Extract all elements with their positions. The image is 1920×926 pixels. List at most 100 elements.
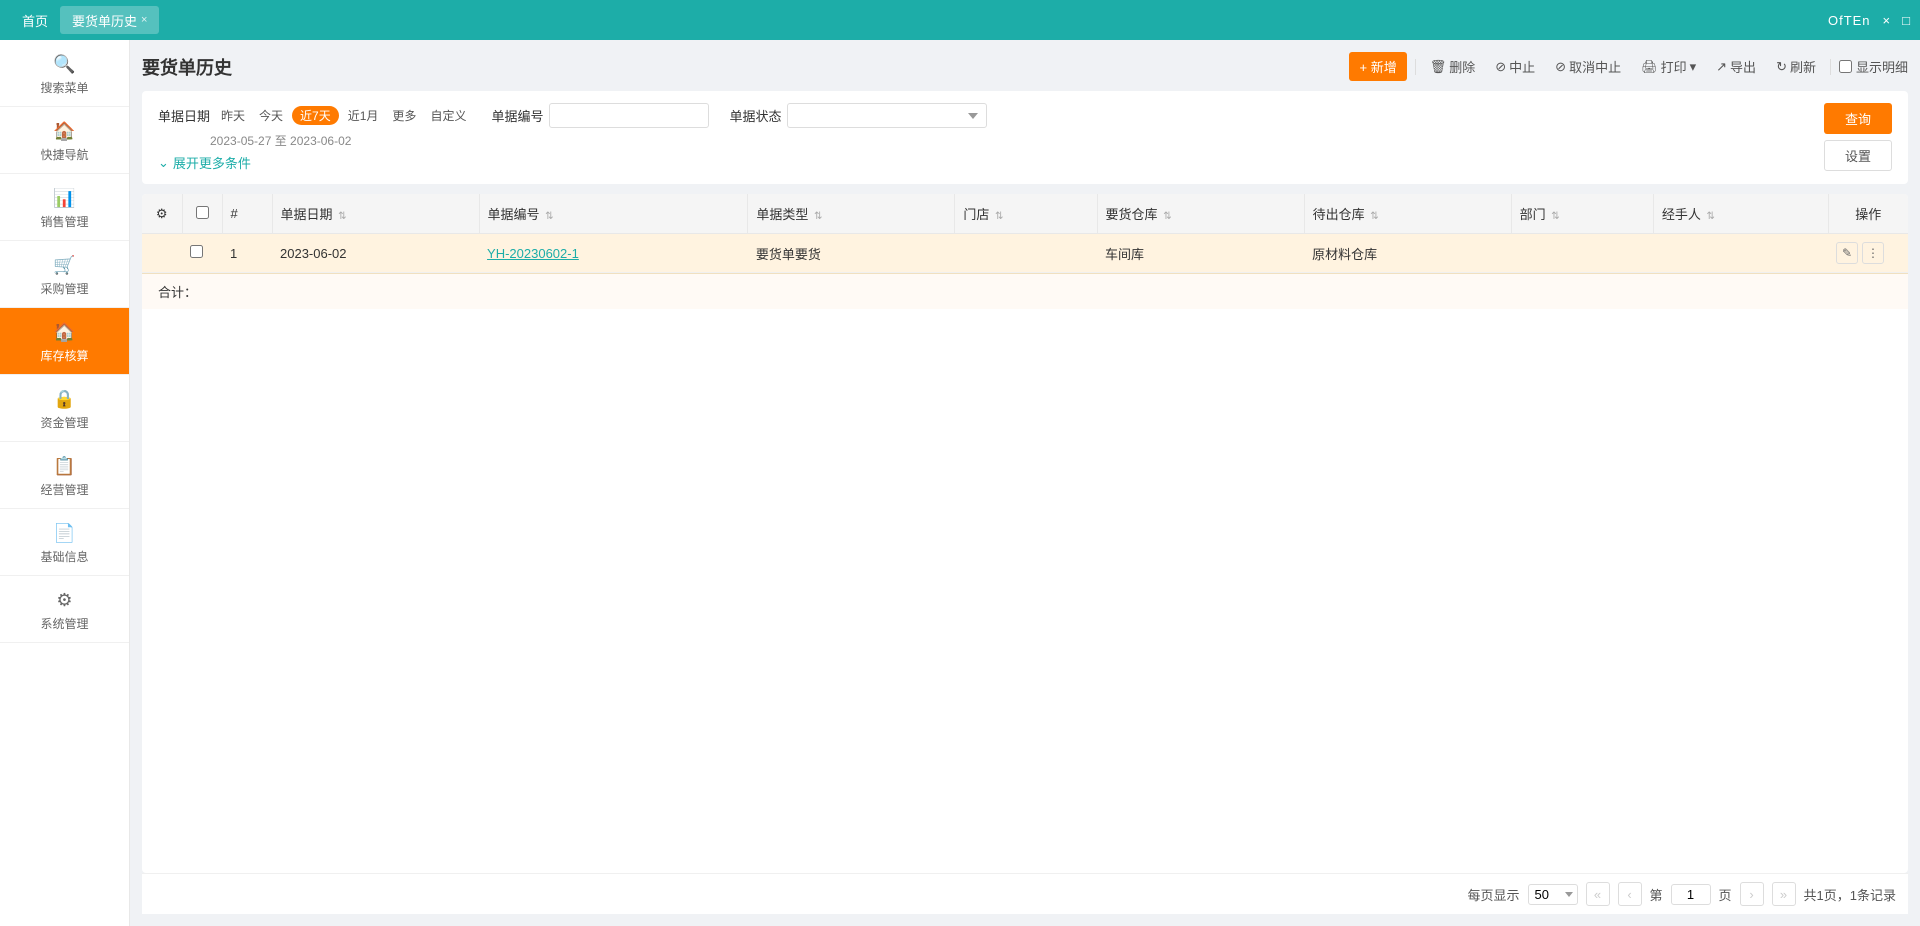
cancel-stop-icon: ⊘ <box>1555 59 1566 75</box>
date-yesterday[interactable]: 昨天 <box>216 106 250 125</box>
sidebar-item-sales-mgmt[interactable]: 📊 销售管理 <box>0 174 129 241</box>
system-mgmt-icon: ⚙ <box>56 590 72 611</box>
order-no-label: 单据编号 <box>491 106 543 125</box>
search-menu-icon: 🔍 <box>53 54 75 75</box>
expand-more-icon: ⌄ <box>158 155 169 171</box>
th-ops: 操作 <box>1828 194 1908 234</box>
settings-button[interactable]: 设置 <box>1824 140 1892 171</box>
page-first-btn[interactable]: « <box>1586 882 1610 906</box>
row-pending-warehouse: 原材料仓库 <box>1304 234 1511 273</box>
th-pending-warehouse-sort[interactable]: ⇅ <box>1370 211 1378 222</box>
sidebar-item-basic-info[interactable]: 📄 基础信息 <box>0 509 129 576</box>
window-close-icon[interactable]: × <box>1883 13 1891 28</box>
date-custom[interactable]: 自定义 <box>425 106 471 125</box>
page-size-select[interactable]: 10 20 50 100 <box>1528 884 1578 905</box>
tab-close-icon[interactable]: × <box>141 14 147 26</box>
status-select[interactable] <box>787 103 987 128</box>
row-dept <box>1511 234 1653 273</box>
date-range-display: 2023-05-27 至 2023-06-02 <box>210 132 1824 149</box>
order-no-input[interactable] <box>549 103 709 128</box>
tab-order-history-label: 要货单历史 <box>72 11 137 30</box>
table-header-row: ⚙ # 单据日期 ⇅ 单据编号 ⇅ <box>142 194 1908 234</box>
row-ops-container: ✎ ⋮ <box>1836 242 1900 264</box>
row-order-no-link[interactable]: YH-20230602-1 <box>487 246 579 261</box>
row-more-btn[interactable]: ⋮ <box>1862 242 1884 264</box>
add-button[interactable]: + 新增 <box>1349 52 1406 81</box>
select-all-checkbox[interactable] <box>196 206 209 219</box>
print-button[interactable]: 🖨 打印 ▾ <box>1635 53 1702 80</box>
th-dept-sort[interactable]: ⇅ <box>1551 211 1559 222</box>
sidebar-item-label-finance: 资金管理 <box>40 414 88 431</box>
sidebar-item-quick-nav[interactable]: 🏠 快捷导航 <box>0 107 129 174</box>
sidebar-item-label-search: 搜索菜单 <box>40 79 88 96</box>
row-select-checkbox[interactable] <box>190 245 203 258</box>
th-req-warehouse: 要货仓库 ⇅ <box>1097 194 1304 234</box>
query-button[interactable]: 查询 <box>1824 103 1892 134</box>
row-edit-btn[interactable]: ✎ <box>1836 242 1858 264</box>
settings-gear-icon[interactable]: ⚙ <box>156 206 168 221</box>
window-maximize-icon[interactable]: □ <box>1902 13 1910 28</box>
pagination-bar: 每页显示 10 20 50 100 « ‹ 第 页 › » 共1页，1条记录 <box>142 873 1908 914</box>
page-number-input[interactable] <box>1671 884 1711 905</box>
sidebar-item-label-inventory: 库存核算 <box>40 347 88 364</box>
often-label: OfTEn <box>1828 13 1871 28</box>
stop-button[interactable]: ⊘ 中止 <box>1489 53 1541 80</box>
th-date-sort[interactable]: ⇅ <box>338 211 346 222</box>
date-1month[interactable]: 近1月 <box>343 106 384 125</box>
status-filter-group: 单据状态 <box>729 103 987 128</box>
tab-home-label: 首页 <box>22 11 48 30</box>
print-icon: 🖨 <box>1641 59 1658 75</box>
sidebar-item-system-mgmt[interactable]: ⚙ 系统管理 <box>0 576 129 643</box>
th-no: # <box>222 194 272 234</box>
sidebar-item-purchase-mgmt[interactable]: 🛒 采购管理 <box>0 241 129 308</box>
cancel-stop-button[interactable]: ⊘ 取消中止 <box>1549 53 1627 80</box>
sidebar-item-label-sales: 销售管理 <box>40 213 88 230</box>
page-prev-btn[interactable]: ‹ <box>1618 882 1642 906</box>
sales-mgmt-icon: 📊 <box>53 188 75 209</box>
basic-info-icon: 📄 <box>53 523 75 544</box>
page-suffix: 页 <box>1719 885 1732 904</box>
sidebar-item-label-system: 系统管理 <box>40 615 88 632</box>
status-label: 单据状态 <box>729 106 781 125</box>
page-last-btn[interactable]: » <box>1772 882 1796 906</box>
th-req-warehouse-label: 要货仓库 <box>1106 207 1158 222</box>
inventory-icon: 🏠 <box>53 322 75 343</box>
expand-more-btn[interactable]: ⌄ 展开更多条件 <box>158 153 1824 172</box>
date-today[interactable]: 今天 <box>254 106 288 125</box>
page-header: 要货单历史 + 新增 🗑 删除 ⊘ 中止 ⊘ 取消中止 🖨 打 <box>142 52 1908 81</box>
display-detail-input[interactable] <box>1839 60 1852 73</box>
row-no: 1 <box>222 234 272 273</box>
per-page-label: 每页显示 <box>1467 885 1519 904</box>
th-store-sort[interactable]: ⇅ <box>995 211 1003 222</box>
export-button[interactable]: ↗ 导出 <box>1710 53 1762 80</box>
row-handler <box>1653 234 1828 273</box>
top-bar: 首页 要货单历史 × OfTEn × □ <box>0 0 1920 40</box>
date-range-text: 2023-05-27 至 2023-06-02 <box>210 134 351 148</box>
th-req-warehouse-sort[interactable]: ⇅ <box>1163 211 1171 222</box>
purchase-mgmt-icon: 🛒 <box>53 255 75 276</box>
sidebar-item-inventory[interactable]: 🏠 库存核算 <box>0 308 129 375</box>
display-detail-checkbox[interactable]: 显示明细 <box>1839 57 1908 76</box>
sidebar-item-finance-mgmt[interactable]: 🔒 资金管理 <box>0 375 129 442</box>
date-shortcuts: 昨天 今天 近7天 近1月 更多 自定义 <box>216 106 471 125</box>
th-type-sort[interactable]: ⇅ <box>814 211 822 222</box>
th-order-no-sort[interactable]: ⇅ <box>545 211 553 222</box>
tab-order-history[interactable]: 要货单历史 × <box>60 6 159 34</box>
quick-nav-icon: 🏠 <box>53 121 75 142</box>
page-next-btn[interactable]: › <box>1740 882 1764 906</box>
page-label: 第 <box>1650 885 1663 904</box>
date-more[interactable]: 更多 <box>387 106 421 125</box>
print-label: 打印 <box>1661 57 1687 76</box>
tab-home[interactable]: 首页 <box>10 6 60 34</box>
date-7days[interactable]: 近7天 <box>292 106 339 125</box>
delete-button[interactable]: 🗑 删除 <box>1424 53 1482 80</box>
filter-row-1: 单据日期 昨天 今天 近7天 近1月 更多 自定义 单据编号 <box>158 103 1824 128</box>
refresh-button[interactable]: ↻ 刷新 <box>1770 53 1822 80</box>
th-type: 单据类型 ⇅ <box>748 194 955 234</box>
sidebar-item-operations-mgmt[interactable]: 📋 经营管理 <box>0 442 129 509</box>
th-settings: ⚙ <box>142 194 182 234</box>
th-handler-sort[interactable]: ⇅ <box>1706 211 1714 222</box>
th-order-no-label: 单据编号 <box>488 207 540 222</box>
sidebar-item-search-menu[interactable]: 🔍 搜索菜单 <box>0 40 129 107</box>
th-dept-label: 部门 <box>1520 207 1546 222</box>
